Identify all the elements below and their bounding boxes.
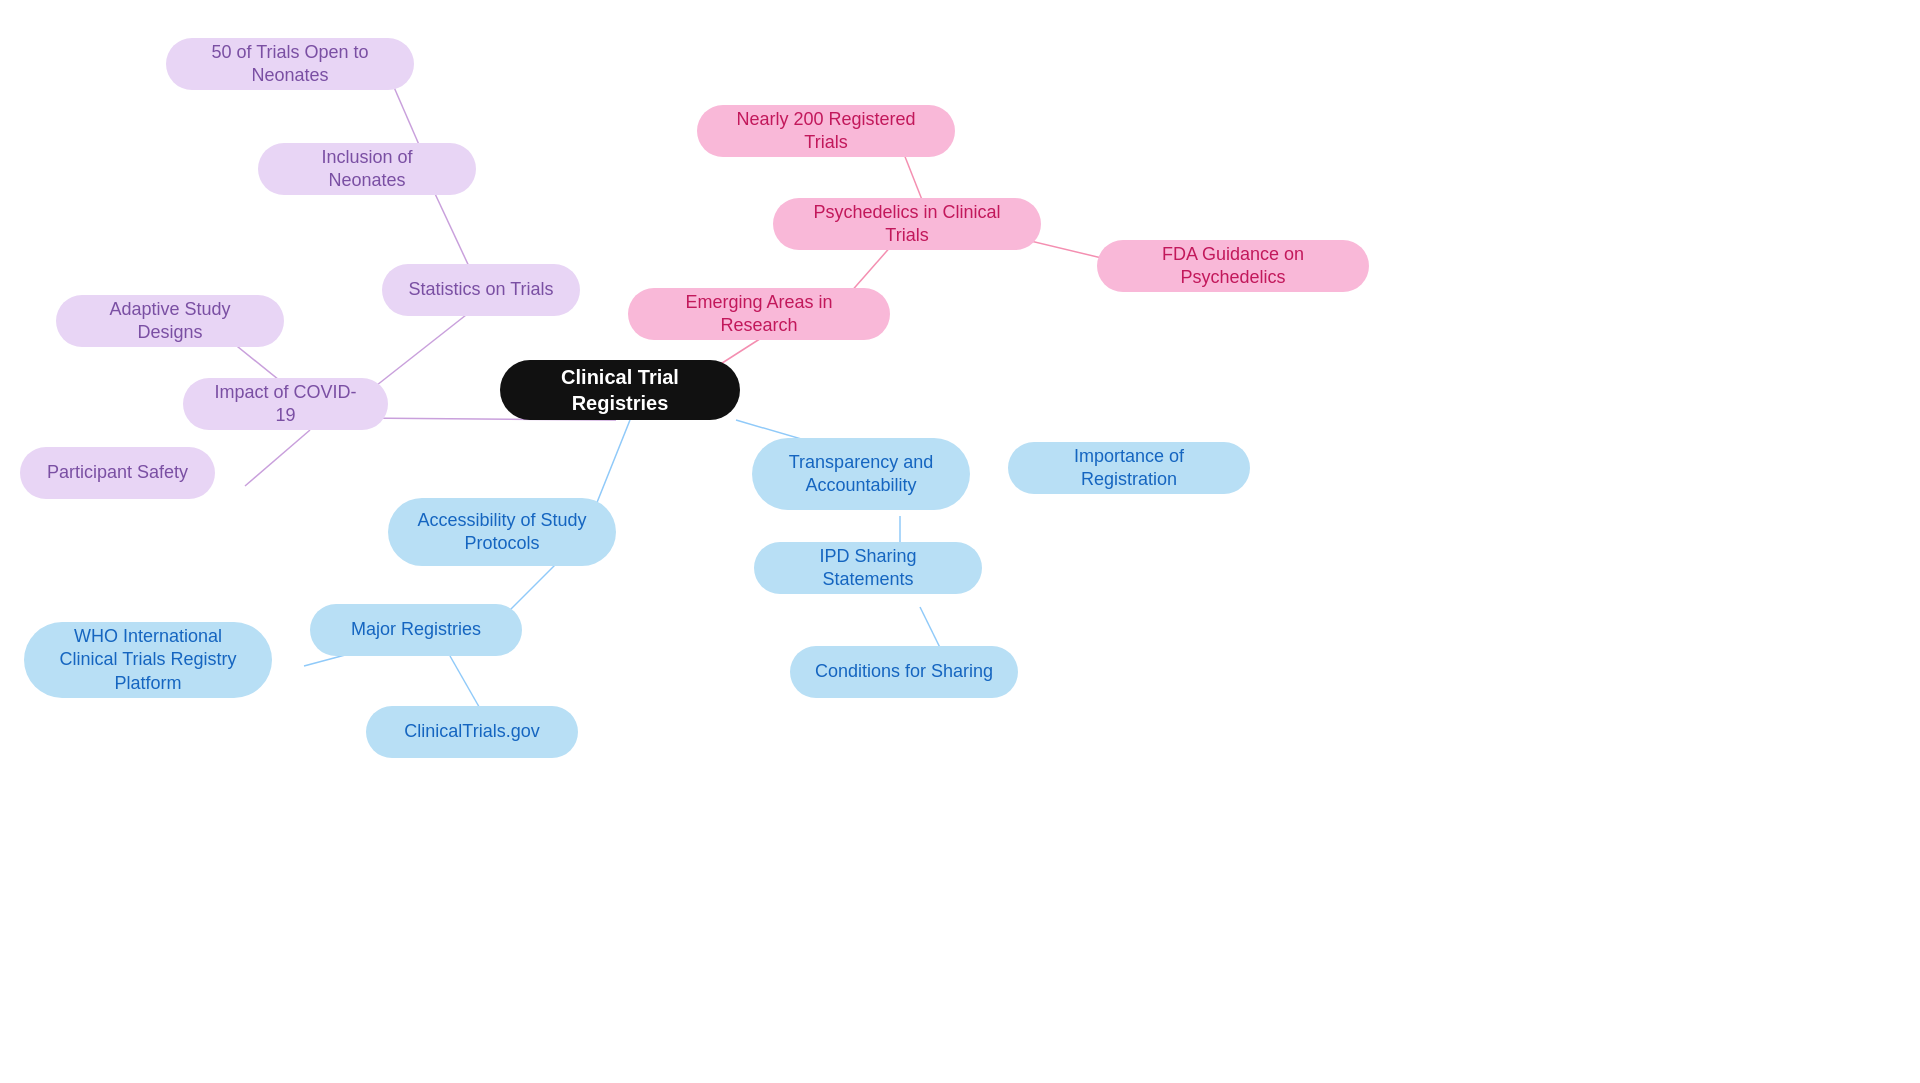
transparency-node: Transparency and Accountability [752, 438, 970, 510]
trials-open-neonates-node: 50 of Trials Open to Neonates [166, 38, 414, 90]
participant-safety-node: Participant Safety [20, 447, 215, 499]
inclusion-neonates-node: Inclusion of Neonates [258, 143, 476, 195]
adaptive-study-node: Adaptive Study Designs [56, 295, 284, 347]
major-registries-node: Major Registries [310, 604, 522, 656]
conditions-sharing-node: Conditions for Sharing [790, 646, 1018, 698]
psychedelics-trials-node: Psychedelics in Clinical Trials [773, 198, 1041, 250]
statistics-trials-node: Statistics on Trials [382, 264, 580, 316]
who-platform-node: WHO International Clinical Trials Regist… [24, 622, 272, 698]
ipd-sharing-node: IPD Sharing Statements [754, 542, 982, 594]
impact-covid-node: Impact of COVID-19 [183, 378, 388, 430]
importance-registration-node: Importance of Registration [1008, 442, 1250, 494]
accessibility-node: Accessibility of Study Protocols [388, 498, 616, 566]
clinicaltrials-node: ClinicalTrials.gov [366, 706, 578, 758]
nearly-200-node: Nearly 200 Registered Trials [697, 105, 955, 157]
svg-line-2 [245, 430, 310, 486]
emerging-areas-node: Emerging Areas in Research [628, 288, 890, 340]
fda-guidance-node: FDA Guidance on Psychedelics [1097, 240, 1369, 292]
center-node: Clinical Trial Registries [500, 360, 740, 420]
